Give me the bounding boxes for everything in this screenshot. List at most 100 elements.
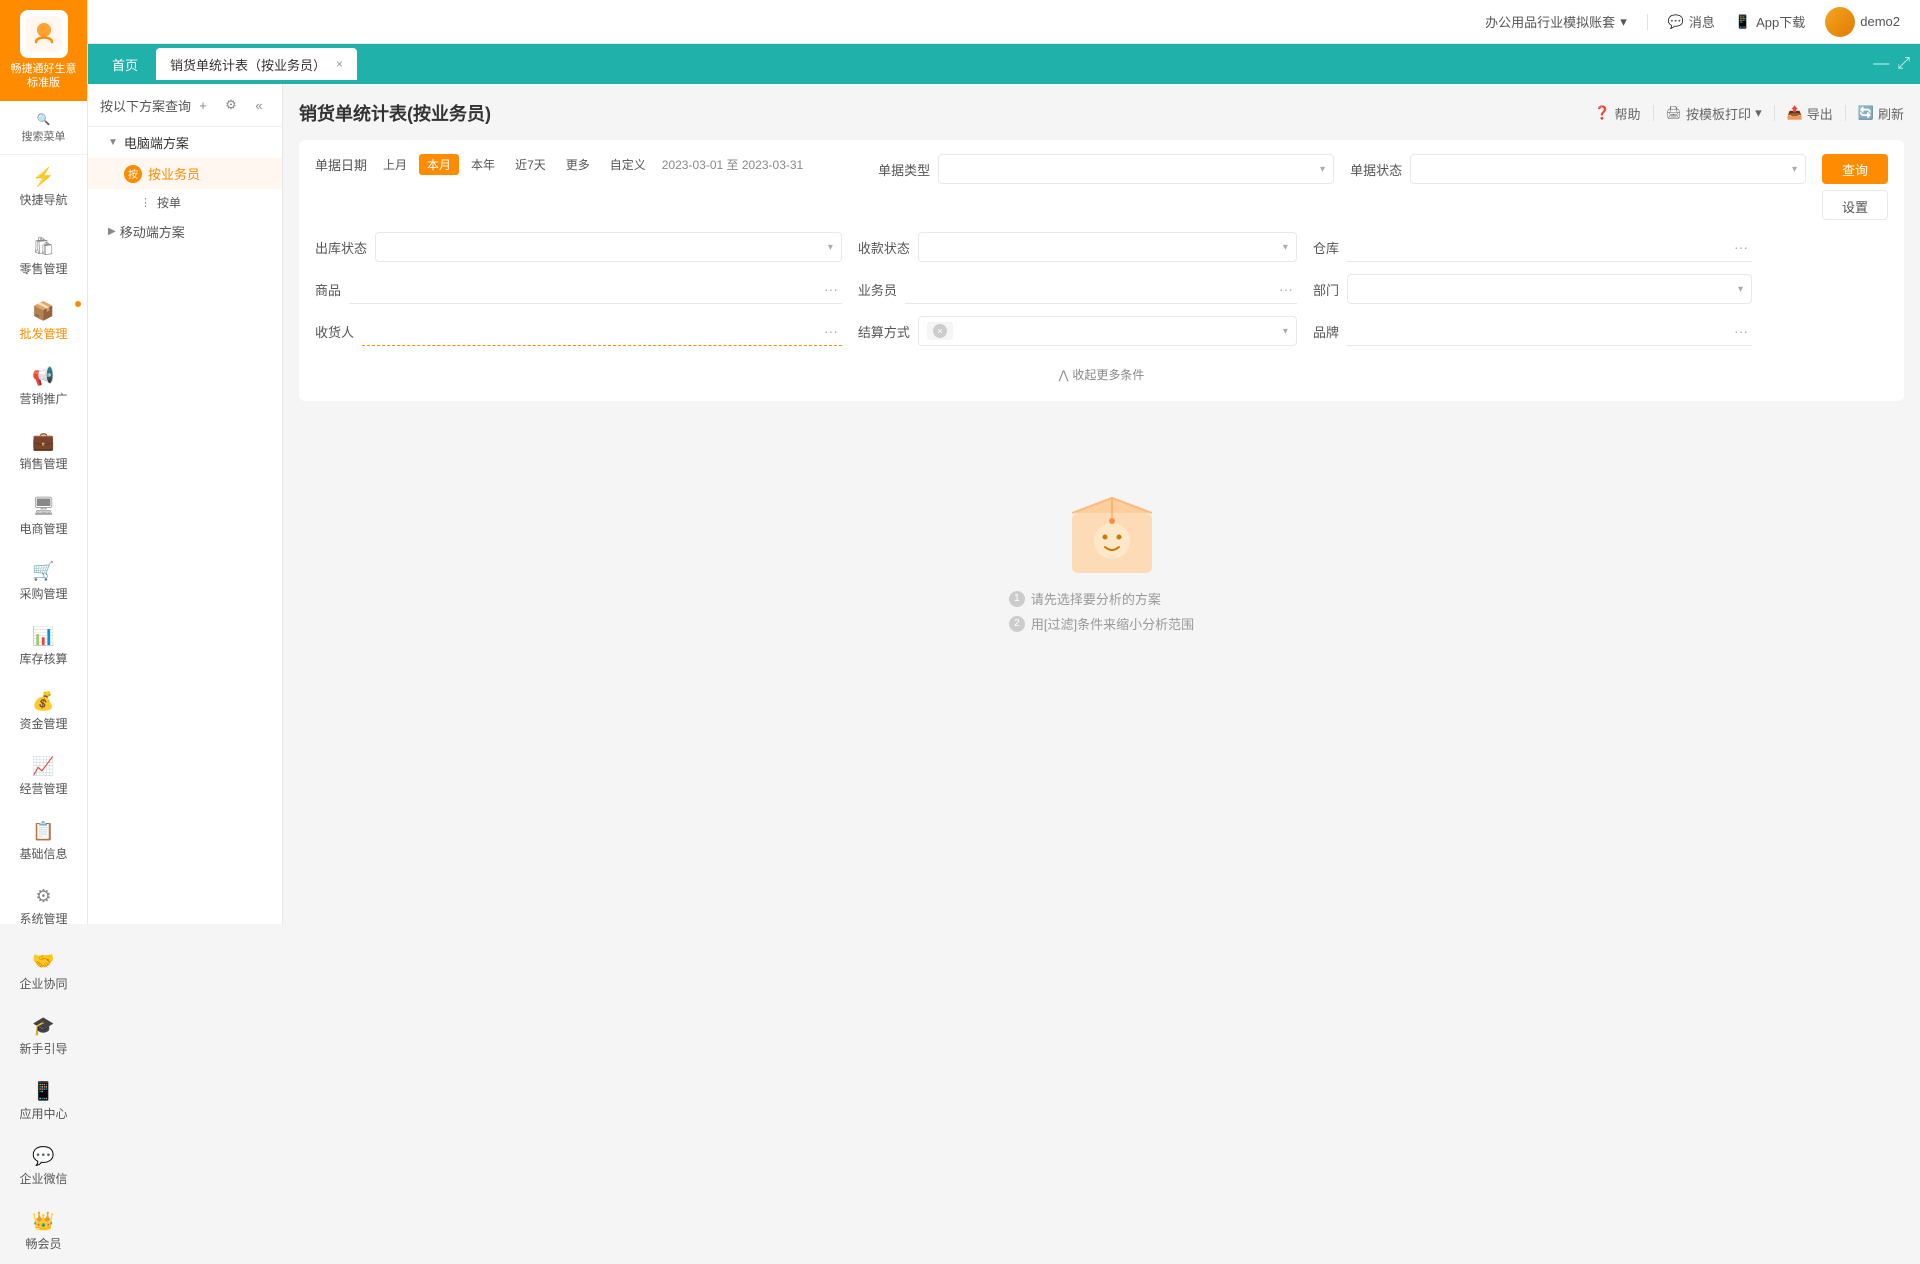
query-button[interactable]: 查询	[1822, 154, 1888, 184]
marketing-icon: 📢	[32, 366, 54, 386]
warehouse-input[interactable]: ···	[1347, 232, 1752, 262]
tree-expand-icon: ▼	[108, 137, 118, 148]
app-download-btn[interactable]: 📱 App下载	[1735, 12, 1805, 31]
brand-label: 品牌	[1313, 322, 1339, 341]
empty-tip-2: 2 用[过滤]条件来缩小分析范围	[1009, 614, 1194, 633]
sidebar-item-retail[interactable]: 🛍 零售管理	[0, 224, 87, 289]
app-subtitle: 标准版	[8, 76, 79, 90]
tab-sales-report[interactable]: 销货单统计表（按业务员） ×	[156, 48, 357, 80]
warehouse-dots-btn[interactable]: ···	[1734, 239, 1748, 255]
search-icon: 🔍	[0, 113, 87, 126]
brand-dots-btn[interactable]: ···	[1734, 323, 1748, 339]
sidebar-item-member[interactable]: 👑 畅会员	[0, 1199, 87, 1264]
sidebar-item-inventory[interactable]: 📊 库存核算	[0, 614, 87, 679]
sales-icon: 💼	[32, 431, 54, 451]
system-icon: ⚙	[35, 886, 51, 906]
sidebar-item-basic-info[interactable]: 📋 基础信息	[0, 809, 87, 874]
sidebar-item-procurement[interactable]: 🛒 采购管理	[0, 549, 87, 614]
empty-state: 1 请先选择要分析的方案 2 用[过滤]条件来缩小分析范围	[299, 413, 1904, 699]
date-tab-last-month[interactable]: 上月	[375, 154, 415, 175]
salesman-dots-btn[interactable]: ···	[1279, 281, 1293, 297]
tree-child-by-salesman[interactable]: 按 按业务员	[88, 158, 282, 189]
date-tab-this-year[interactable]: 本年	[463, 154, 503, 175]
export-btn[interactable]: 📤 导出	[1787, 104, 1833, 123]
sidebar-item-marketing[interactable]: 📢 营销推广	[0, 354, 87, 419]
sidebar-item-app-center[interactable]: 📱 应用中心	[0, 1069, 87, 1134]
user-avatar-btn[interactable]: demo2	[1825, 7, 1900, 37]
warehouse-label: 仓库	[1313, 238, 1339, 257]
sidebar-item-operations[interactable]: 📈 经营管理	[0, 744, 87, 809]
add-scheme-btn[interactable]: +	[192, 94, 214, 116]
sidebar-item-enterprise-wechat[interactable]: 💬 企业微信	[0, 1134, 87, 1199]
tab-home[interactable]: 首页	[98, 48, 152, 80]
sidebar-item-search-menu[interactable]: 🔍 搜索菜单	[0, 101, 87, 155]
quick-nav-icon: ⚡	[32, 167, 54, 187]
app-logo[interactable]: 畅捷通好生意 标准版	[0, 0, 87, 101]
avatar	[1825, 7, 1855, 37]
by-order-label: 按单	[157, 194, 181, 211]
workspace-selector[interactable]: 办公用品行业模拟账套 ▾	[1485, 12, 1627, 31]
receipt-status-label: 收款状态	[858, 238, 910, 257]
goods-dots-btn[interactable]: ···	[824, 281, 838, 297]
out-status-select[interactable]: ▾	[375, 232, 842, 262]
operations-icon: 📈	[32, 756, 54, 776]
brand-input[interactable]: ···	[1347, 316, 1752, 346]
consignee-dots-btn[interactable]: ···	[824, 323, 838, 339]
salesman-input[interactable]: ···	[905, 274, 1297, 304]
minimize-btn[interactable]: —	[1873, 55, 1889, 73]
wholesale-icon: 📦	[32, 301, 54, 321]
newbie-icon: 🎓	[32, 1016, 54, 1036]
left-panel-title: 按以下方案查询	[100, 96, 191, 115]
doc-type-label: 单据类型	[878, 160, 930, 179]
help-btn[interactable]: ❓ 帮助	[1594, 104, 1640, 123]
date-tab-custom[interactable]: 自定义	[602, 154, 654, 175]
basic-info-icon: 📋	[32, 821, 54, 841]
date-tab-last-7[interactable]: 近7天	[507, 154, 554, 175]
sidebar-item-finance[interactable]: 💰 资金管理	[0, 679, 87, 744]
collapse-more-btn[interactable]: ⋀ 收起更多条件	[1059, 366, 1145, 383]
receipt-status-select[interactable]: ▾	[918, 232, 1297, 262]
refresh-btn[interactable]: 🔄 刷新	[1858, 104, 1904, 123]
tree-node-mobile[interactable]: ▶ 移动端方案	[88, 216, 282, 247]
doc-status-label: 单据状态	[1350, 160, 1402, 179]
sidebar-item-quick-nav[interactable]: ⚡ 快捷导航	[0, 155, 87, 220]
doc-status-select[interactable]: ▾	[1410, 154, 1806, 184]
sidebar-item-sales[interactable]: 💼 销售管理	[0, 419, 87, 484]
sidebar-item-wholesale[interactable]: 📦 批发管理	[0, 289, 87, 354]
sidebar-item-system[interactable]: ⚙ 系统管理	[0, 874, 87, 939]
export-icon: 📤	[1787, 105, 1803, 121]
maximize-btn[interactable]: ⤢	[1897, 55, 1910, 73]
app-download-label: App下载	[1756, 12, 1805, 31]
member-icon: 👑	[32, 1211, 54, 1231]
download-icon: 📱	[1735, 14, 1751, 30]
mobile-scheme-label: 移动端方案	[120, 222, 185, 241]
user-name: demo2	[1860, 14, 1900, 29]
settings-button[interactable]: 设置	[1822, 190, 1888, 220]
message-btn[interactable]: 💬 消息	[1668, 12, 1715, 31]
doc-type-select[interactable]: ▾	[938, 154, 1334, 184]
date-range-display: 2023-03-01 至 2023-03-31	[662, 156, 803, 173]
desktop-scheme-label: 电脑端方案	[124, 133, 189, 152]
sidebar-item-newbie[interactable]: 🎓 新手引导	[0, 1004, 87, 1069]
mobile-expand-icon: ▶	[108, 226, 116, 237]
sidebar-item-ecommerce[interactable]: 🖥 电商管理	[0, 484, 87, 549]
tab-close-btn[interactable]: ×	[336, 57, 343, 71]
empty-illustration	[1052, 473, 1152, 573]
consignee-input[interactable]: ···	[362, 316, 842, 346]
date-tab-this-month[interactable]: 本月	[419, 154, 459, 175]
payment-tag-remove-btn[interactable]: ×	[933, 324, 947, 338]
print-template-btn[interactable]: 🖨 按模板打印 ▾	[1666, 104, 1762, 123]
collapse-panel-btn[interactable]: «	[248, 94, 270, 116]
receipt-status-arrow: ▾	[1283, 242, 1288, 253]
page-title: 销货单统计表(按业务员)	[299, 100, 491, 126]
dept-select[interactable]: ▾	[1347, 274, 1752, 304]
date-tab-more[interactable]: 更多	[558, 154, 598, 175]
sidebar-search-label: 搜索菜单	[0, 128, 87, 144]
top-header: 办公用品行业模拟账套 ▾ 💬 消息 📱 App下载 demo2	[88, 0, 1920, 44]
sidebar-item-enterprise[interactable]: 🤝 企业协同	[0, 939, 87, 1004]
tree-node-desktop[interactable]: ▼ 电脑端方案	[88, 127, 282, 158]
scheme-settings-btn[interactable]: ⚙	[220, 94, 242, 116]
tree-subitem-by-order[interactable]: ⋮ 按单	[88, 189, 282, 216]
goods-input[interactable]: ···	[349, 274, 842, 304]
payment-method-select[interactable]: × ▾	[918, 316, 1297, 346]
